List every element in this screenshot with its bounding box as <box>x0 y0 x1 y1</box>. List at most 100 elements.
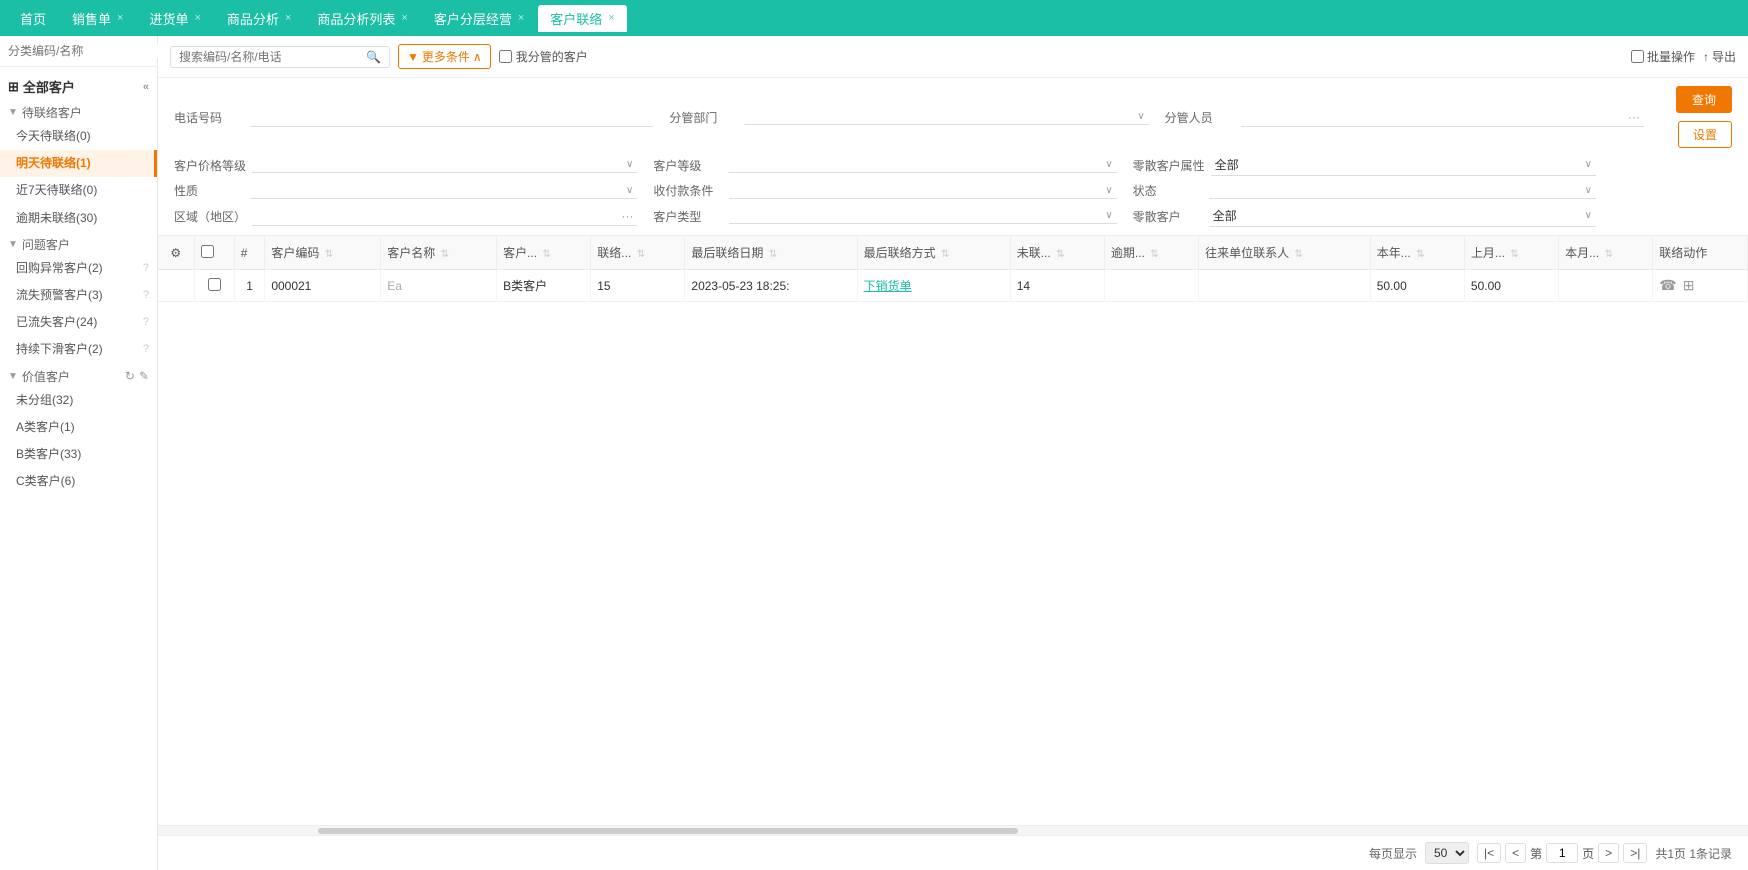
sidebar-item-overdue-contact[interactable]: 逾期未联络(30) <box>0 205 157 232</box>
row-code: 000021 <box>265 270 381 302</box>
sidebar-item-tomorrow-contact[interactable]: 明天待联络(1) <box>0 150 157 177</box>
this-month-column-header[interactable]: 本月... ⇅ <box>1559 236 1653 270</box>
filter-status-select[interactable]: ∨ <box>1209 183 1596 199</box>
content-area: 🔍 ▼ 更多条件 ∧ 我分管的客户 批量操作 ↑ 导出 <box>158 36 1748 870</box>
uncontacted-column-header[interactable]: 未联... ⇅ <box>1010 236 1104 270</box>
sidebar-item-7days-contact[interactable]: 近7天待联络(0) <box>0 177 157 204</box>
nav-product-analysis-list[interactable]: 商品分析列表 × <box>305 5 419 32</box>
my-customers-checkbox[interactable] <box>499 50 512 63</box>
filter-retail-attr-select[interactable]: 全部 ∨ <box>1211 154 1596 176</box>
nav-customer-contact[interactable]: 客户联络 × <box>538 5 626 32</box>
close-customer-segmentation-icon[interactable]: × <box>518 12 524 24</box>
first-page-button[interactable]: |< <box>1477 843 1501 863</box>
query-buttons: 查询 设置 <box>1660 86 1732 148</box>
next-page-button[interactable]: > <box>1598 843 1619 863</box>
sidebar-all-customers-header[interactable]: ⊞ 全部客户 « <box>0 73 157 100</box>
batch-operations-button[interactable]: 批量操作 <box>1631 48 1695 65</box>
filter-row-3: 性质 ∨ 收付款条件 ∨ 状态 <box>174 182 1732 199</box>
sidebar-search-input[interactable] <box>8 44 163 58</box>
table-header-row: ⚙ # 客户编码 ⇅ 客户名称 ⇅ <box>158 236 1748 270</box>
nav-product-analysis[interactable]: 商品分析 × <box>215 5 303 32</box>
filter-phone-input[interactable] <box>250 108 653 127</box>
table-footer: 每页显示 50 |< < 第 页 > >| 共1页 1条记录 <box>158 835 1748 870</box>
nav-home[interactable]: 首页 <box>8 5 58 32</box>
edit-icon[interactable]: ✎ <box>139 369 149 383</box>
row-checkbox-cell <box>194 270 234 302</box>
prev-page-button[interactable]: < <box>1505 843 1526 863</box>
customer-type-chevron-icon: ∨ <box>1105 210 1112 221</box>
phone-action-icon[interactable]: ☎ <box>1659 277 1676 294</box>
close-purchase-order-icon[interactable]: × <box>194 12 200 24</box>
help-icon-4: ? <box>143 341 149 359</box>
close-sales-order-icon[interactable]: × <box>117 12 123 24</box>
code-column-header[interactable]: 客户编码 ⇅ <box>265 236 381 270</box>
query-button[interactable]: 查询 <box>1676 86 1732 113</box>
sidebar-item-declining[interactable]: 持续下滑客户(2) ? <box>0 336 157 363</box>
contacts-column-header[interactable]: 联络... ⇅ <box>591 236 685 270</box>
last-contact-date-column-header[interactable]: 最后联络日期 ⇅ <box>685 236 857 270</box>
per-page-select[interactable]: 50 <box>1425 842 1469 864</box>
grid-action-icon[interactable]: ⊞ <box>1683 277 1695 294</box>
export-icon: ↑ <box>1703 50 1709 64</box>
last-page-button[interactable]: >| <box>1623 843 1647 863</box>
filter-payment-terms-select[interactable]: ∨ <box>729 183 1116 199</box>
horizontal-scrollbar[interactable] <box>158 825 1748 835</box>
sidebar-item-churned[interactable]: 已流失客户(24) ? <box>0 309 157 336</box>
filter-department-select[interactable]: ∨ <box>745 109 1148 125</box>
type-column-header[interactable]: 客户... ⇅ <box>497 236 591 270</box>
filter-nature-select[interactable]: ∨ <box>250 183 637 199</box>
filter-region-select[interactable]: ··· <box>252 207 637 226</box>
last-contact-method-column-header[interactable]: 最后联络方式 ⇅ <box>857 236 1010 270</box>
settings-button[interactable]: 设置 <box>1678 121 1732 148</box>
last-month-column-header[interactable]: 上月... ⇅ <box>1464 236 1558 270</box>
row-checkbox[interactable] <box>208 278 221 291</box>
close-product-analysis-icon[interactable]: × <box>285 12 291 24</box>
sidebar-item-class-b[interactable]: B类客户(33) <box>0 441 157 468</box>
filter-customer-level-select[interactable]: ∨ <box>729 157 1116 173</box>
filter-customer-level: 客户等级 ∨ <box>653 157 1116 174</box>
sidebar-collapse-icon[interactable]: « <box>143 81 149 93</box>
close-product-analysis-list-icon[interactable]: × <box>401 12 407 24</box>
last-month-sort-icon: ⇅ <box>1510 249 1518 260</box>
page-number-input[interactable] <box>1546 843 1578 863</box>
close-customer-contact-icon[interactable]: × <box>608 12 614 24</box>
nav-sales-order[interactable]: 销售单 × <box>60 5 135 32</box>
name-column-header[interactable]: 客户名称 ⇅ <box>381 236 497 270</box>
my-customers-checkbox-wrapper: 我分管的客户 <box>499 48 588 65</box>
unit-contact-column-header[interactable]: 往来单位联系人 ⇅ <box>1199 236 1371 270</box>
top-navigation: 首页 销售单 × 进货单 × 商品分析 × 商品分析列表 × 客户分层经营 × … <box>0 0 1748 36</box>
row-name: Ea <box>381 270 497 302</box>
overdue-column-header[interactable]: 逾期... ⇅ <box>1104 236 1198 270</box>
gear-column-header[interactable]: ⚙ <box>158 236 194 270</box>
unit-contact-sort-icon: ⇅ <box>1294 249 1302 260</box>
search-input[interactable] <box>179 50 362 64</box>
refresh-icon[interactable]: ↻ <box>125 369 135 383</box>
export-button[interactable]: ↑ 导出 <box>1703 48 1736 65</box>
nav-customer-segmentation[interactable]: 客户分层经营 × <box>422 5 536 32</box>
sidebar-item-class-c[interactable]: C类客户(6) <box>0 468 157 495</box>
sidebar-item-repurchase-abnormal[interactable]: 回购异常客户(2) ? <box>0 255 157 282</box>
filter-retail-customer-select[interactable]: 全部 ∨ <box>1209 205 1596 227</box>
sidebar-item-class-a[interactable]: A类客户(1) <box>0 414 157 441</box>
sidebar-item-ungrouped[interactable]: 未分组(32) <box>0 387 157 414</box>
main-search-icon[interactable]: 🔍 <box>366 50 381 64</box>
sidebar-item-today-contact[interactable]: 今天待联络(0) <box>0 123 157 150</box>
sidebar-item-churn-warning[interactable]: 流失预警客户(3) ? <box>0 282 157 309</box>
nav-purchase-order[interactable]: 进货单 × <box>137 5 212 32</box>
help-icon-1: ? <box>143 260 149 278</box>
filter-price-level: 客户价格等级 ∨ <box>174 157 637 174</box>
filter-row-4: 区域（地区） ··· 客户类型 ∨ 零散客户 全部 ∨ <box>174 205 1732 227</box>
sidebar-section-pending: ▼ 待联络客户 <box>0 100 157 123</box>
search-input-wrapper: 🔍 <box>170 46 390 68</box>
batch-checkbox[interactable] <box>1631 50 1644 63</box>
filter-price-level-select[interactable]: ∨ <box>252 157 637 173</box>
last-contact-method-link[interactable]: 下销货单 <box>864 279 912 293</box>
this-year-column-header[interactable]: 本年... ⇅ <box>1370 236 1464 270</box>
select-all-checkbox[interactable] <box>201 245 214 258</box>
code-sort-icon: ⇅ <box>325 249 333 260</box>
more-filters-button[interactable]: ▼ 更多条件 ∧ <box>398 44 491 69</box>
scroll-thumb[interactable] <box>318 828 1018 834</box>
filter-person-select[interactable]: ··· <box>1241 108 1644 127</box>
filter-customer-type-select[interactable]: ∨ <box>729 208 1116 224</box>
search-bar: 🔍 ▼ 更多条件 ∧ 我分管的客户 批量操作 ↑ 导出 <box>158 36 1748 78</box>
